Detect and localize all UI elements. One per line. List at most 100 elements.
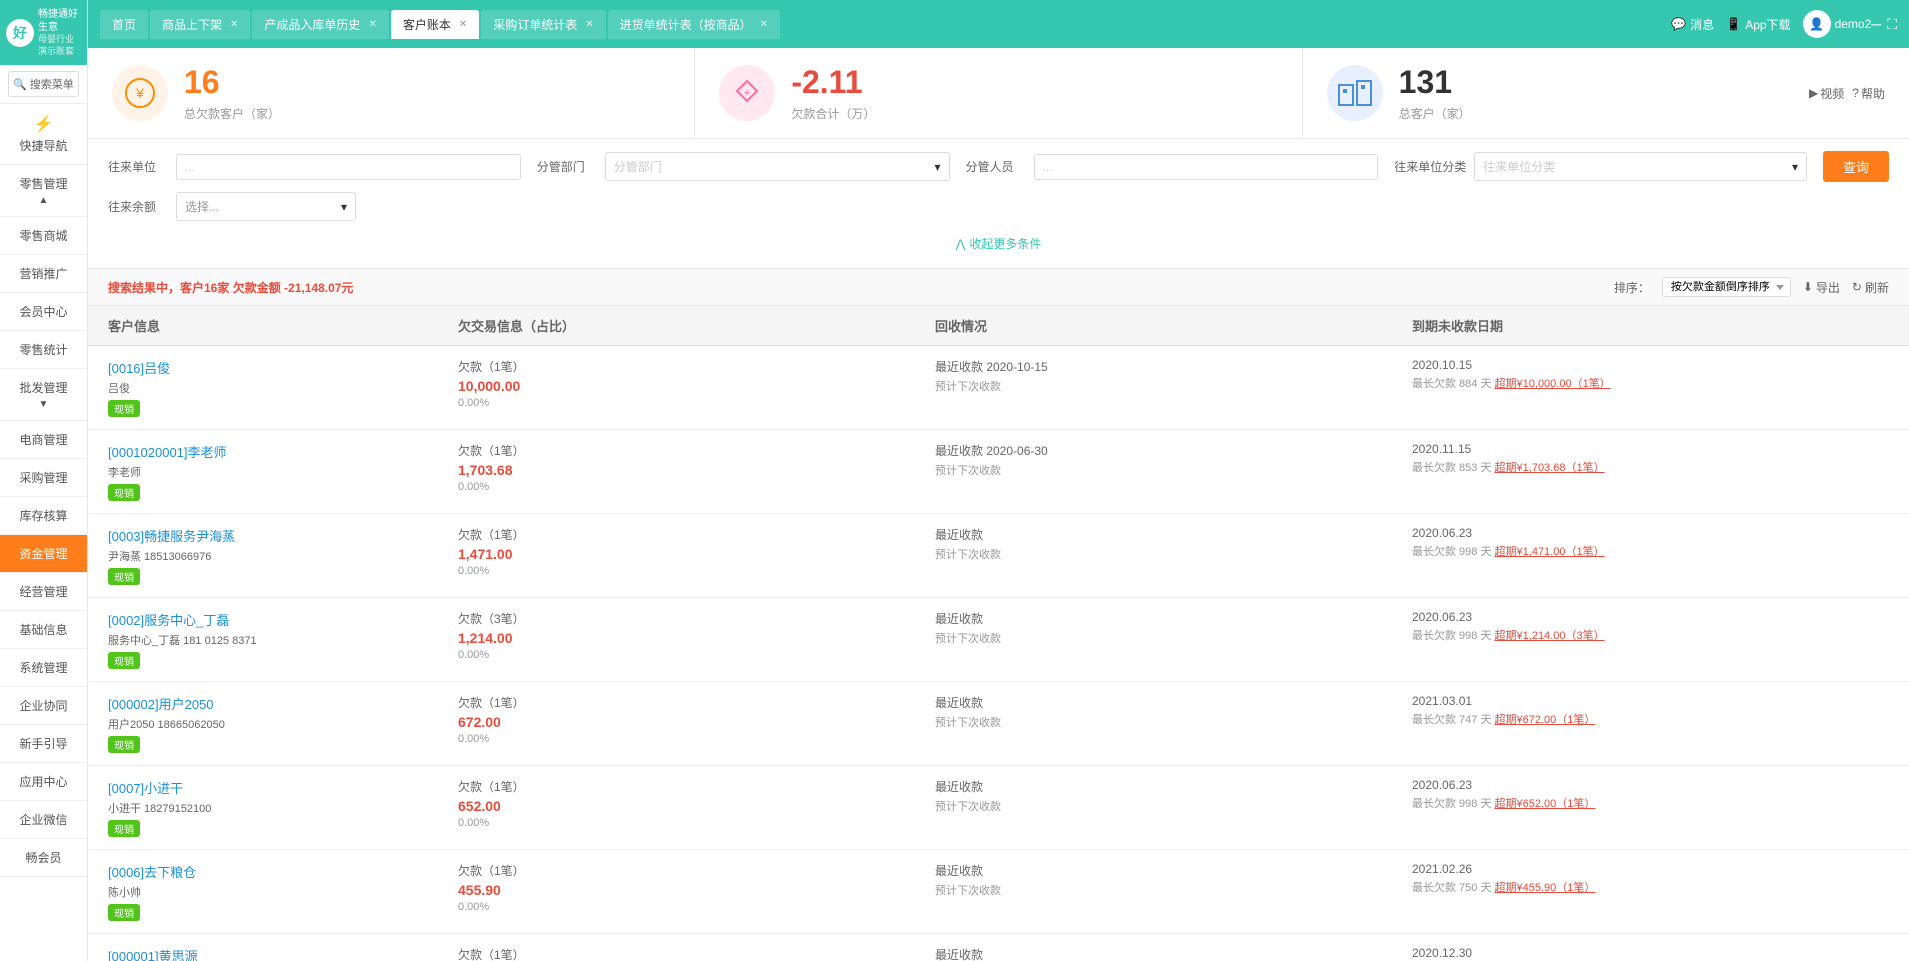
tab-close-product-shelf[interactable]: ✕ — [230, 19, 238, 30]
debt-amount[interactable]: 672.00 — [458, 714, 935, 730]
sidebar-item-quick-nav[interactable]: ⚡ 快捷导航 — [0, 104, 87, 165]
message-action[interactable]: 💬 消息 — [1671, 16, 1714, 33]
overdue-link[interactable]: 超期¥672.00（1笔） — [1495, 714, 1596, 726]
sidebar-item-basic-info[interactable]: 基础信息 — [0, 611, 87, 649]
customer-info-cell: [0002]服务中心_丁磊 服务中心_丁磊 181 0125 8371 现销 — [108, 610, 458, 669]
sidebar-item-newbie[interactable]: 新手引导 — [0, 725, 87, 763]
debt-count: 欠款（1笔） — [458, 778, 935, 795]
overdue-date: 2021.03.01 — [1412, 694, 1889, 708]
debt-amount[interactable]: 1,214.00 — [458, 630, 935, 646]
customer-name-link[interactable]: [0016]吕俊 — [108, 361, 170, 376]
user-avatar-action[interactable]: 👤 demo2 — [1803, 10, 1872, 38]
tab-close-purchase-stats[interactable]: ✕ — [585, 19, 593, 30]
sidebar-item-marketing[interactable]: 营销推广 — [0, 255, 87, 293]
table-body: [0016]吕俊 吕俊 现销 欠款（1笔） 10,000.00 0.00% 最近… — [88, 346, 1909, 961]
sidebar-item-app-center[interactable]: 应用中心 — [0, 763, 87, 801]
sidebar-item-retail-mall[interactable]: 零售商城 — [0, 217, 87, 255]
debt-count: 欠款（1笔） — [458, 946, 935, 961]
overdue-link[interactable]: 超期¥652.00（1笔） — [1495, 798, 1596, 810]
sidebar-item-membership[interactable]: 会员中心 — [0, 293, 87, 331]
overdue-days: 最长欠款 747 天 超期¥672.00（1笔） — [1412, 711, 1889, 727]
tab-close-customer-account[interactable]: ✕ — [459, 19, 467, 30]
sidebar-item-ecommerce[interactable]: 电商管理 — [0, 421, 87, 459]
overdue-info-cell: 2021.02.26 最长欠款 750 天 超期¥455.90（1笔） — [1412, 862, 1889, 895]
sidebar-item-purchase[interactable]: 采购管理 — [0, 459, 87, 497]
tab-close-purchase-product-stats[interactable]: ✕ — [760, 19, 768, 30]
debt-amount[interactable]: 455.90 — [458, 882, 935, 898]
sidebar-item-retail-stats[interactable]: 零售统计 — [0, 331, 87, 369]
customer-name-link[interactable]: [0001020001]李老师 — [108, 445, 227, 460]
search-button[interactable]: 查询 — [1823, 151, 1889, 182]
customer-name-link[interactable]: [000001]黄思源 — [108, 949, 198, 961]
customer-info-cell: [000002]用户2050 用户2050 18665062050 现销 — [108, 694, 458, 753]
debt-amount[interactable]: 1,471.00 — [458, 546, 935, 562]
sidebar-item-finance[interactable]: 资金管理 — [0, 535, 87, 573]
overdue-link[interactable]: 超期¥1,214.00（3笔） — [1495, 630, 1605, 642]
overdue-info-cell: 2020.10.15 最长欠款 884 天 超期¥10,000.00（1笔） — [1412, 358, 1889, 391]
customer-name-link[interactable]: [0007]小进干 — [108, 781, 183, 796]
sidebar-item-batch-mgmt[interactable]: 批发管理 ▼ — [0, 369, 87, 421]
dept-select[interactable]: 分管部门 ▾ — [605, 152, 950, 181]
source-unit-input[interactable]: ... — [176, 154, 521, 180]
next-payment: 预计下次收款 — [935, 798, 1412, 814]
debt-amount[interactable]: 10,000.00 — [458, 378, 935, 394]
unit-class-select[interactable]: 往来单位分类 ▾ — [1474, 152, 1807, 181]
tab-product-history[interactable]: 产成品入库单历史 ✕ — [252, 10, 388, 39]
customer-name-link[interactable]: [0006]去下粮仓 — [108, 865, 196, 880]
overdue-info-cell: 2020.12.30 最长欠款 808 天 超期¥429.00（1笔） — [1412, 946, 1889, 961]
overdue-link[interactable]: 超期¥10,000.00（1笔） — [1495, 378, 1611, 390]
balance-select[interactable]: 选择... ▾ — [176, 192, 356, 221]
search-menu-button[interactable]: 🔍 搜索菜单 — [8, 71, 79, 97]
overdue-date: 2020.10.15 — [1412, 358, 1889, 372]
customer-tag: 现销 — [108, 820, 140, 837]
customer-contact: 小进干 18279152100 — [108, 800, 458, 816]
source-unit-field: 往来单位 ... — [108, 154, 521, 180]
debt-amount[interactable]: 1,703.68 — [458, 462, 935, 478]
sidebar-item-wecom[interactable]: 企业微信 — [0, 801, 87, 839]
sidebar-item-inventory[interactable]: 库存核算 — [0, 497, 87, 535]
refresh-button[interactable]: ↻ 刷新 — [1852, 279, 1889, 296]
maximize-button[interactable]: ⛶ — [1887, 16, 1897, 33]
overdue-info-cell: 2020.11.15 最长欠款 853 天 超期¥1,703.68（1笔） — [1412, 442, 1889, 475]
minimize-button[interactable]: ─ — [1871, 16, 1881, 33]
customer-info-cell: [0001020001]李老师 李老师 现销 — [108, 442, 458, 501]
logo-icon: 好 — [6, 19, 34, 47]
sort-select[interactable]: 按欠款金额倒序排序 — [1662, 277, 1791, 297]
overdue-date: 2020.06.23 — [1412, 526, 1889, 540]
tab-product-shelf[interactable]: 商品上下架 ✕ — [150, 10, 250, 39]
overdue-link[interactable]: 超期¥1,703.68（1笔） — [1495, 462, 1605, 474]
manager-input[interactable]: ... — [1034, 154, 1379, 180]
filter-row-2: 往来余额 选择... ▾ — [108, 192, 1889, 221]
customer-name-link[interactable]: [0003]畅捷服务尹海蒸 — [108, 529, 235, 544]
sidebar-item-corp-collab[interactable]: 企业协同 — [0, 687, 87, 725]
overdue-link[interactable]: 超期¥1,471.00（1笔） — [1495, 546, 1605, 558]
overdue-days: 最长欠款 998 天 超期¥1,471.00（1笔） — [1412, 543, 1889, 559]
sidebar-item-chang-member[interactable]: 畅会员 — [0, 839, 87, 877]
overdue-link[interactable]: 超期¥455.90（1笔） — [1495, 882, 1596, 894]
table-row: [0001020001]李老师 李老师 现销 欠款（1笔） 1,703.68 0… — [88, 430, 1909, 514]
debt-info-cell: 欠款（1笔） 652.00 0.00% — [458, 778, 935, 829]
sidebar-item-operations[interactable]: 经营管理 — [0, 573, 87, 611]
tab-purchase-stats[interactable]: 采购订单统计表 ✕ — [481, 10, 605, 39]
app-download-action[interactable]: 📱 App下载 — [1726, 16, 1790, 33]
tab-close-product-history[interactable]: ✕ — [368, 19, 376, 30]
customer-name-link[interactable]: [0002]服务中心_丁磊 — [108, 613, 229, 628]
help-action[interactable]: ? 帮助 — [1852, 85, 1885, 102]
sidebar-item-retail-mgmt[interactable]: 零售管理 ▲ — [0, 165, 87, 217]
customer-name-link[interactable]: [000002]用户2050 — [108, 697, 214, 712]
collapse-button[interactable]: ⋀ 收起更多条件 — [956, 235, 1042, 252]
tab-customer-account[interactable]: 客户账本 ✕ — [391, 10, 479, 39]
video-action[interactable]: ▶ 视频 — [1809, 85, 1844, 102]
total-customers-value: 131 — [1399, 64, 1471, 101]
next-payment: 预计下次收款 — [935, 378, 1412, 394]
tab-purchase-product-stats[interactable]: 进货单统计表（按商品） ✕ — [608, 10, 780, 39]
debt-amount[interactable]: 652.00 — [458, 798, 935, 814]
tab-home[interactable]: 首页 — [100, 10, 148, 39]
quick-nav-icon: ⚡ — [34, 114, 54, 134]
download-icon: 📱 — [1726, 17, 1741, 31]
export-button[interactable]: ⬇ 导出 — [1803, 279, 1840, 296]
stats-card-total-values: 131 总客户（家） — [1399, 64, 1471, 122]
export-icon: ⬇ — [1803, 280, 1813, 294]
overdue-days: 最长欠款 853 天 超期¥1,703.68（1笔） — [1412, 459, 1889, 475]
sidebar-item-system[interactable]: 系统管理 — [0, 649, 87, 687]
